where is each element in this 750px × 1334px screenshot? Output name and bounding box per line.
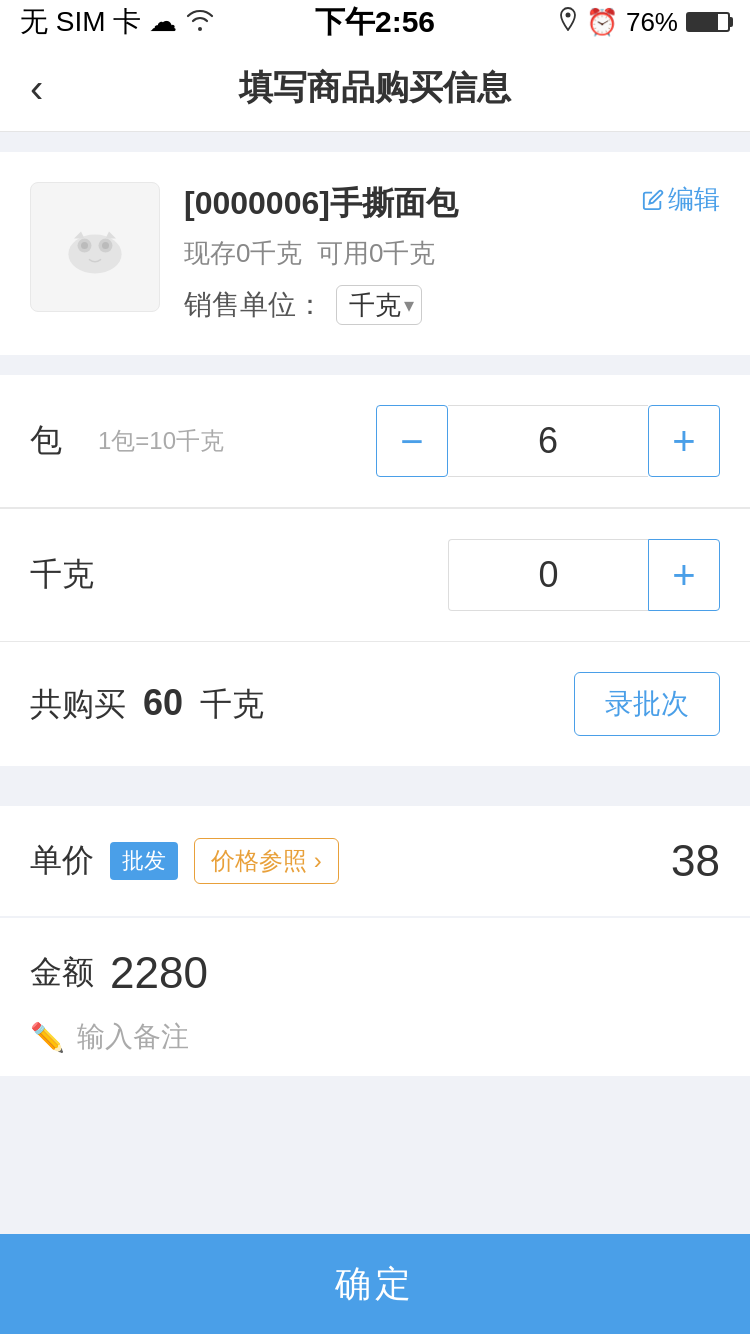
unit-select[interactable]: 千克 [336,285,422,325]
bag-qty-input[interactable] [448,405,648,477]
kg-qty-input[interactable] [448,539,648,611]
amount-row: 金额 2280 [30,948,720,998]
bag-qty-row: 包 1包=10千克 − + [0,375,750,508]
total-amount: 60 [143,682,183,723]
product-image [30,182,160,312]
status-bar: 无 SIM 卡 ☁ 下午2:56 ⏰ 76% [0,0,750,44]
price-value: 38 [671,836,720,886]
location-icon [558,7,578,38]
status-time: 下午2:56 [315,2,435,43]
product-stock: 现存0千克 可用0千克 [184,236,720,271]
edit-button[interactable]: 编辑 [642,182,720,217]
kg-label: 千克 [30,553,94,597]
amount-label: 金额 [30,951,94,995]
unit-select-wrap[interactable]: 千克 [336,285,422,325]
status-left: 无 SIM 卡 ☁ [20,3,215,41]
price-left: 单价 批发 价格参照 › [30,838,339,884]
amount-section: 金额 2280 ✏️ 输入备注 [0,918,750,1076]
record-batch-button[interactable]: 录批次 [574,672,720,736]
divider-2 [0,766,750,786]
kg-qty-controls: + [448,539,720,611]
total-row: 共购买 60 千克 录批次 [0,642,750,766]
kg-qty-row: 千克 + [0,508,750,642]
bag-qty-controls: − + [376,405,720,477]
unit-label: 销售单位： [184,286,324,324]
edit-label: 编辑 [668,182,720,217]
page-title: 填写商品购买信息 [239,65,511,111]
price-label: 单价 [30,839,94,883]
svg-point-1 [68,234,121,273]
pencil-icon: ✏️ [30,1021,65,1054]
amount-value: 2280 [110,948,208,998]
sim-label: 无 SIM 卡 ☁ [20,3,177,41]
alarm-icon: ⏰ [586,7,618,38]
product-unit-row: 销售单位： 千克 [184,285,720,325]
note-row[interactable]: ✏️ 输入备注 [30,1018,720,1056]
back-button[interactable]: ‹ [30,68,43,108]
product-info: [0000006]手撕面包 编辑 现存0千克 可用0千克 销售单位： 千克 [184,182,720,325]
product-card: [0000006]手撕面包 编辑 现存0千克 可用0千克 销售单位： 千克 [0,152,750,355]
svg-point-5 [102,242,109,249]
price-type-tag: 批发 [110,842,178,880]
bag-label: 包 [30,419,90,463]
note-placeholder: 输入备注 [77,1018,189,1056]
confirm-button[interactable]: 确定 [0,1234,750,1334]
product-name: [0000006]手撕面包 [184,182,458,226]
bag-minus-button[interactable]: − [376,405,448,477]
price-section: 单价 批发 价格参照 › 38 [0,806,750,916]
svg-point-4 [81,242,88,249]
wifi-icon [185,6,215,38]
bottom-space [0,1076,750,1196]
bag-plus-button[interactable]: + [648,405,720,477]
total-label: 共购买 60 千克 [30,682,264,727]
price-row: 单价 批发 价格参照 › 38 [30,836,720,886]
nav-bar: ‹ 填写商品购买信息 [0,44,750,132]
battery-percent: 76% [626,7,678,38]
svg-point-0 [565,12,570,17]
battery-icon [686,12,730,32]
price-ref-button[interactable]: 价格参照 › [194,838,339,884]
status-right: ⏰ 76% [558,7,730,38]
divider-1 [0,355,750,375]
bag-sublabel: 1包=10千克 [98,425,376,457]
kg-plus-button[interactable]: + [648,539,720,611]
